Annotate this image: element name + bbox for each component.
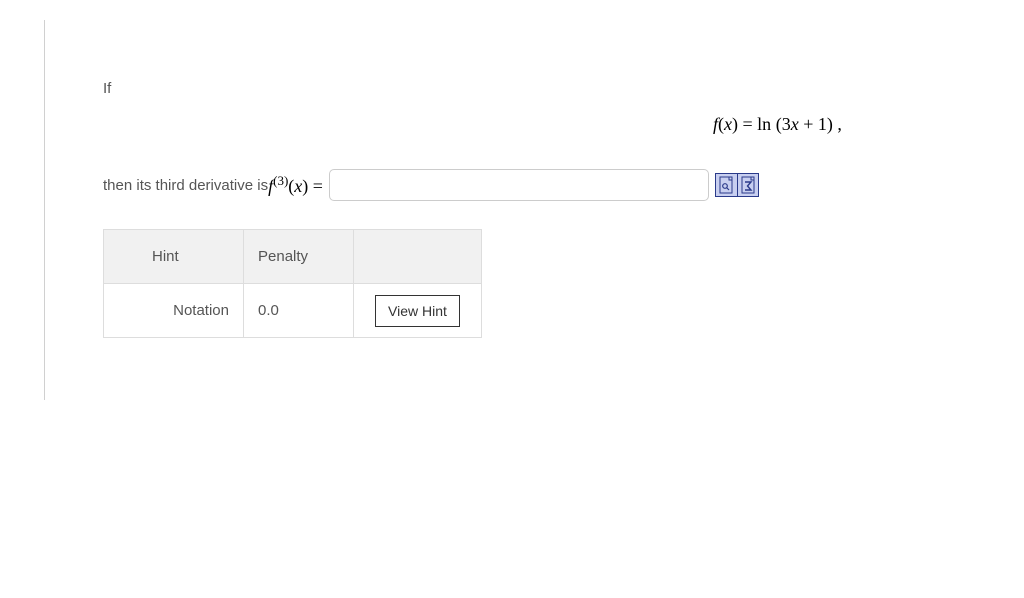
derivative-prompt-row: then its third derivative is f(3)(x) =: [103, 169, 1024, 201]
prompt-prefix: then its third derivative is: [103, 177, 268, 194]
function-definition: f(x) = ln (3x + 1) ,: [713, 114, 842, 135]
if-label: If: [103, 80, 1024, 97]
derivative-notation: f(3)(x) =: [268, 173, 323, 197]
answer-input[interactable]: [329, 169, 709, 201]
header-hint: Hint: [104, 230, 244, 284]
sigma-icon[interactable]: [737, 173, 759, 197]
hint-name: Notation: [104, 284, 244, 338]
table-row: Notation 0.0 View Hint: [104, 284, 482, 338]
hint-table: Hint Penalty Notation 0.0 View Hint: [103, 229, 482, 338]
equation-row: f(x) = ln (3x + 1) ,: [103, 107, 1024, 141]
header-penalty: Penalty: [244, 230, 354, 284]
preview-icon[interactable]: [715, 173, 737, 197]
view-hint-button[interactable]: View Hint: [375, 295, 460, 327]
table-header-row: Hint Penalty: [104, 230, 482, 284]
hint-penalty: 0.0: [244, 284, 354, 338]
header-action: [354, 230, 482, 284]
